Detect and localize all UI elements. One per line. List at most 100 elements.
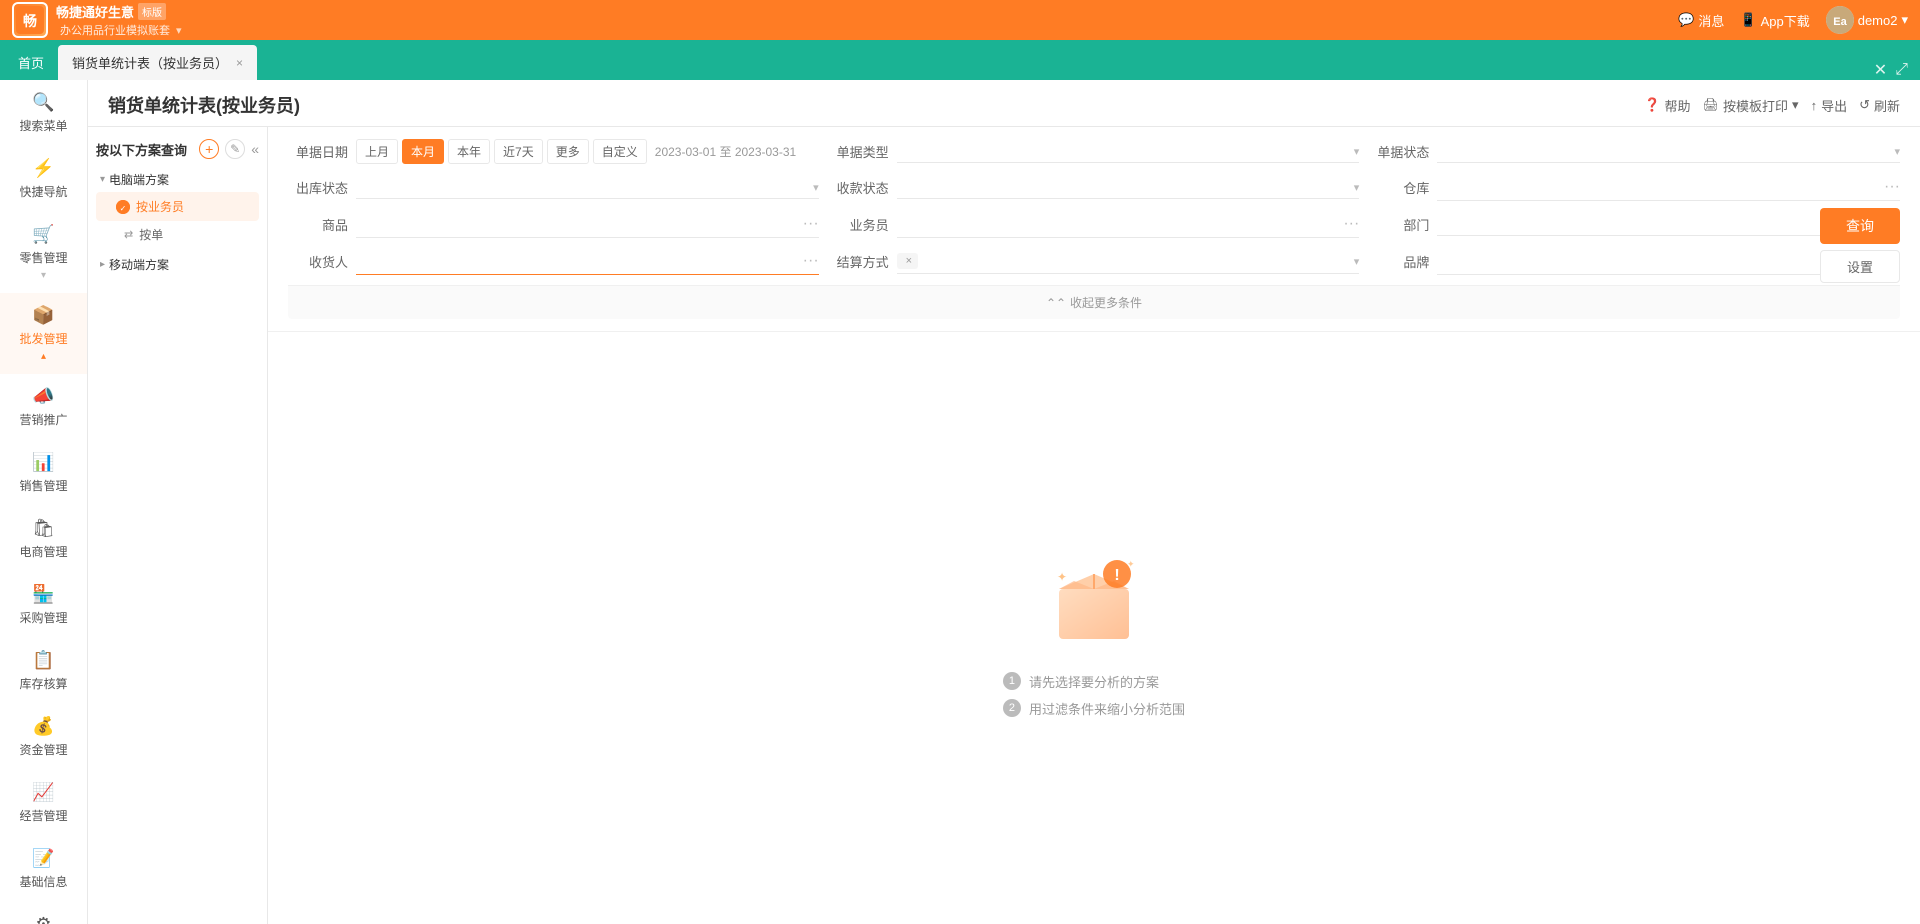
tab-home-label: 首页	[18, 53, 44, 72]
content-inner: 按以下方案查询 + ✎ « ▾ 电脑端方案	[88, 127, 1920, 924]
scheme-item-by-staff[interactable]: ✓ 按业务员	[96, 192, 259, 221]
mobile-scheme-group: ▸ 移动端方案	[96, 252, 259, 277]
sidebar-item-quick-nav[interactable]: ⚡ 快捷导航	[0, 146, 87, 212]
settlement-control[interactable]: × ▾	[897, 249, 1360, 274]
date-btn-this-month[interactable]: 本月	[402, 139, 444, 164]
doc-type-control[interactable]: ▾	[897, 141, 1360, 163]
app-name-area: 畅捷通好生意 标版 办公用品行业模拟账套 ▾	[56, 2, 182, 38]
message-btn[interactable]: 💬 消息	[1678, 11, 1724, 30]
collapse-filters-btn[interactable]: ⌃⌃ 收起更多条件	[288, 285, 1900, 319]
user-menu[interactable]: Ea demo2 ▾	[1826, 6, 1908, 34]
top-bar: 畅 畅捷通好生意 标版 办公用品行业模拟账套 ▾ 💬 消息	[0, 0, 1920, 40]
goods-dots-icon: ···	[803, 215, 819, 233]
empty-tip-2: 2 用过滤条件来缩小分析范围	[1003, 699, 1185, 718]
doc-status-control[interactable]: ▾	[1437, 141, 1900, 163]
desktop-scheme-group-title[interactable]: ▾ 电脑端方案	[96, 167, 259, 192]
setting-btn[interactable]: 设置	[1820, 250, 1900, 283]
dropdown-arrow-icon[interactable]: ▾	[176, 24, 182, 37]
sidebar-item-inventory[interactable]: 📋 库存核算	[0, 638, 87, 704]
doc-status-label: 单据状态	[1369, 142, 1429, 161]
add-scheme-btn[interactable]: +	[199, 139, 219, 159]
filter-doc-status: 单据状态 ▾	[1369, 141, 1900, 163]
stock-status-control[interactable]: ▾	[356, 177, 819, 199]
tab-actions: ✕ ⤢	[1862, 60, 1920, 80]
sidebar-item-basic[interactable]: 📝 基础信息	[0, 836, 87, 902]
sidebar-item-operation[interactable]: 📈 经营管理	[0, 770, 87, 836]
sidebar-item-wholesale[interactable]: 📦 批发管理 ▴	[0, 293, 87, 374]
filter-settlement: 结算方式 × ▾	[829, 249, 1360, 274]
app-download-btn[interactable]: 📱 App下载	[1740, 11, 1809, 30]
scheme-item-by-order[interactable]: ⇄ 按单	[96, 221, 259, 248]
tip-2-num: 2	[1003, 699, 1021, 717]
refresh-btn[interactable]: ↺ 刷新	[1859, 96, 1900, 115]
print-label: 按模板打印	[1723, 96, 1788, 115]
sidebar-wholesale-label: 批发管理	[19, 330, 67, 347]
close-window-btn[interactable]: ✕	[1874, 60, 1887, 80]
staff-dots-icon: ···	[1343, 215, 1359, 233]
operation-icon: 📈	[32, 782, 54, 803]
query-btn[interactable]: 查询	[1820, 208, 1900, 244]
tab-bar: 首页 销货单统计表（按业务员） × ✕ ⤢	[0, 40, 1920, 80]
retail-arrow-icon: ▾	[41, 270, 46, 281]
basic-icon: 📝	[32, 848, 54, 869]
warehouse-label: 仓库	[1369, 178, 1429, 197]
sidebar-item-finance[interactable]: 💰 资金管理	[0, 704, 87, 770]
mobile-scheme-label: 移动端方案	[109, 256, 169, 273]
date-btn-custom[interactable]: 自定义	[593, 139, 647, 164]
download-icon: 📱	[1740, 12, 1756, 28]
settlement-tag: ×	[897, 253, 918, 269]
user-arrow-icon: ▾	[1901, 12, 1908, 28]
app-dropdown-label: 办公用品行业模拟账套	[60, 22, 170, 38]
sidebar-item-retail[interactable]: 🛒 零售管理 ▾	[0, 212, 87, 293]
tab-sales-stat[interactable]: 销货单统计表（按业务员） ×	[58, 45, 257, 80]
sidebar-item-search[interactable]: 🔍 搜索菜单	[0, 80, 87, 146]
payment-status-label: 收款状态	[829, 178, 889, 197]
page-actions: ❓ 帮助 🖨 按模板打印 ▾ ↑ 导出 ↺ 刷新	[1644, 96, 1900, 115]
sidebar-item-system[interactable]: ⚙ 系统管理	[0, 902, 87, 924]
left-panel: 按以下方案查询 + ✎ « ▾ 电脑端方案	[88, 127, 268, 924]
refresh-icon: ↺	[1859, 97, 1870, 113]
empty-tip-1: 1 请先选择要分析的方案	[1003, 672, 1185, 691]
settlement-tag-close[interactable]: ×	[906, 255, 912, 267]
export-btn[interactable]: ↑ 导出	[1811, 96, 1848, 115]
active-dot-icon: ✓	[116, 200, 130, 214]
help-btn[interactable]: ❓ 帮助	[1644, 96, 1690, 115]
date-btn-7-days[interactable]: 近7天	[494, 139, 543, 164]
tab-sales-stat-label: 销货单统计表（按业务员）	[72, 53, 228, 72]
mobile-scheme-group-title[interactable]: ▸ 移动端方案	[96, 252, 259, 277]
warehouse-control[interactable]: ···	[1437, 174, 1900, 201]
app-download-label: App下载	[1761, 11, 1810, 30]
date-btn-last-month[interactable]: 上月	[356, 139, 398, 164]
filter-goods: 商品 ···	[288, 211, 819, 238]
sidebar-retail-label: 零售管理	[19, 249, 67, 266]
edit-scheme-btn[interactable]: ✎	[225, 139, 245, 159]
tab-home[interactable]: 首页	[4, 45, 58, 80]
doc-type-label: 单据类型	[829, 142, 889, 161]
sidebar-ecommerce-label: 电商管理	[19, 543, 67, 560]
receiver-control[interactable]: ···	[356, 248, 819, 275]
desktop-scheme-label: 电脑端方案	[109, 171, 169, 188]
collapse-panel-btn[interactable]: «	[251, 141, 259, 157]
sidebar-purchase-label: 采购管理	[19, 609, 67, 626]
ecommerce-icon: 🛍	[32, 518, 55, 539]
payment-status-control[interactable]: ▾	[897, 177, 1360, 199]
main-panel: 单据日期 上月 本月 本年 近7天 更多 自定义 2023-03-01 至 20…	[268, 127, 1920, 924]
print-btn[interactable]: 🖨 按模板打印 ▾	[1703, 96, 1799, 115]
export-icon: ↑	[1811, 98, 1818, 113]
quick-nav-icon: ⚡	[32, 158, 54, 179]
receiver-dots-icon: ···	[803, 252, 819, 270]
desktop-scheme-group: ▾ 电脑端方案 ✓ 按业务员 ⇄ 按单	[96, 167, 259, 248]
refresh-label: 刷新	[1874, 96, 1900, 115]
date-btn-more[interactable]: 更多	[547, 139, 589, 164]
date-btn-this-year[interactable]: 本年	[448, 139, 490, 164]
staff-control[interactable]: ···	[897, 211, 1360, 238]
filter-date: 单据日期 上月 本月 本年 近7天 更多 自定义 2023-03-01 至 20…	[288, 139, 819, 164]
sidebar-item-sales[interactable]: 📊 销售管理	[0, 440, 87, 506]
tab-close-icon[interactable]: ×	[236, 56, 243, 70]
sidebar-item-marketing[interactable]: 📣 营销推广	[0, 374, 87, 440]
goods-control[interactable]: ···	[356, 211, 819, 238]
expand-window-btn[interactable]: ⤢	[1895, 61, 1908, 79]
receiver-input[interactable]	[356, 254, 799, 268]
sidebar-item-purchase[interactable]: 🏪 采购管理	[0, 572, 87, 638]
sidebar-item-ecommerce[interactable]: 🛍 电商管理	[0, 506, 87, 572]
